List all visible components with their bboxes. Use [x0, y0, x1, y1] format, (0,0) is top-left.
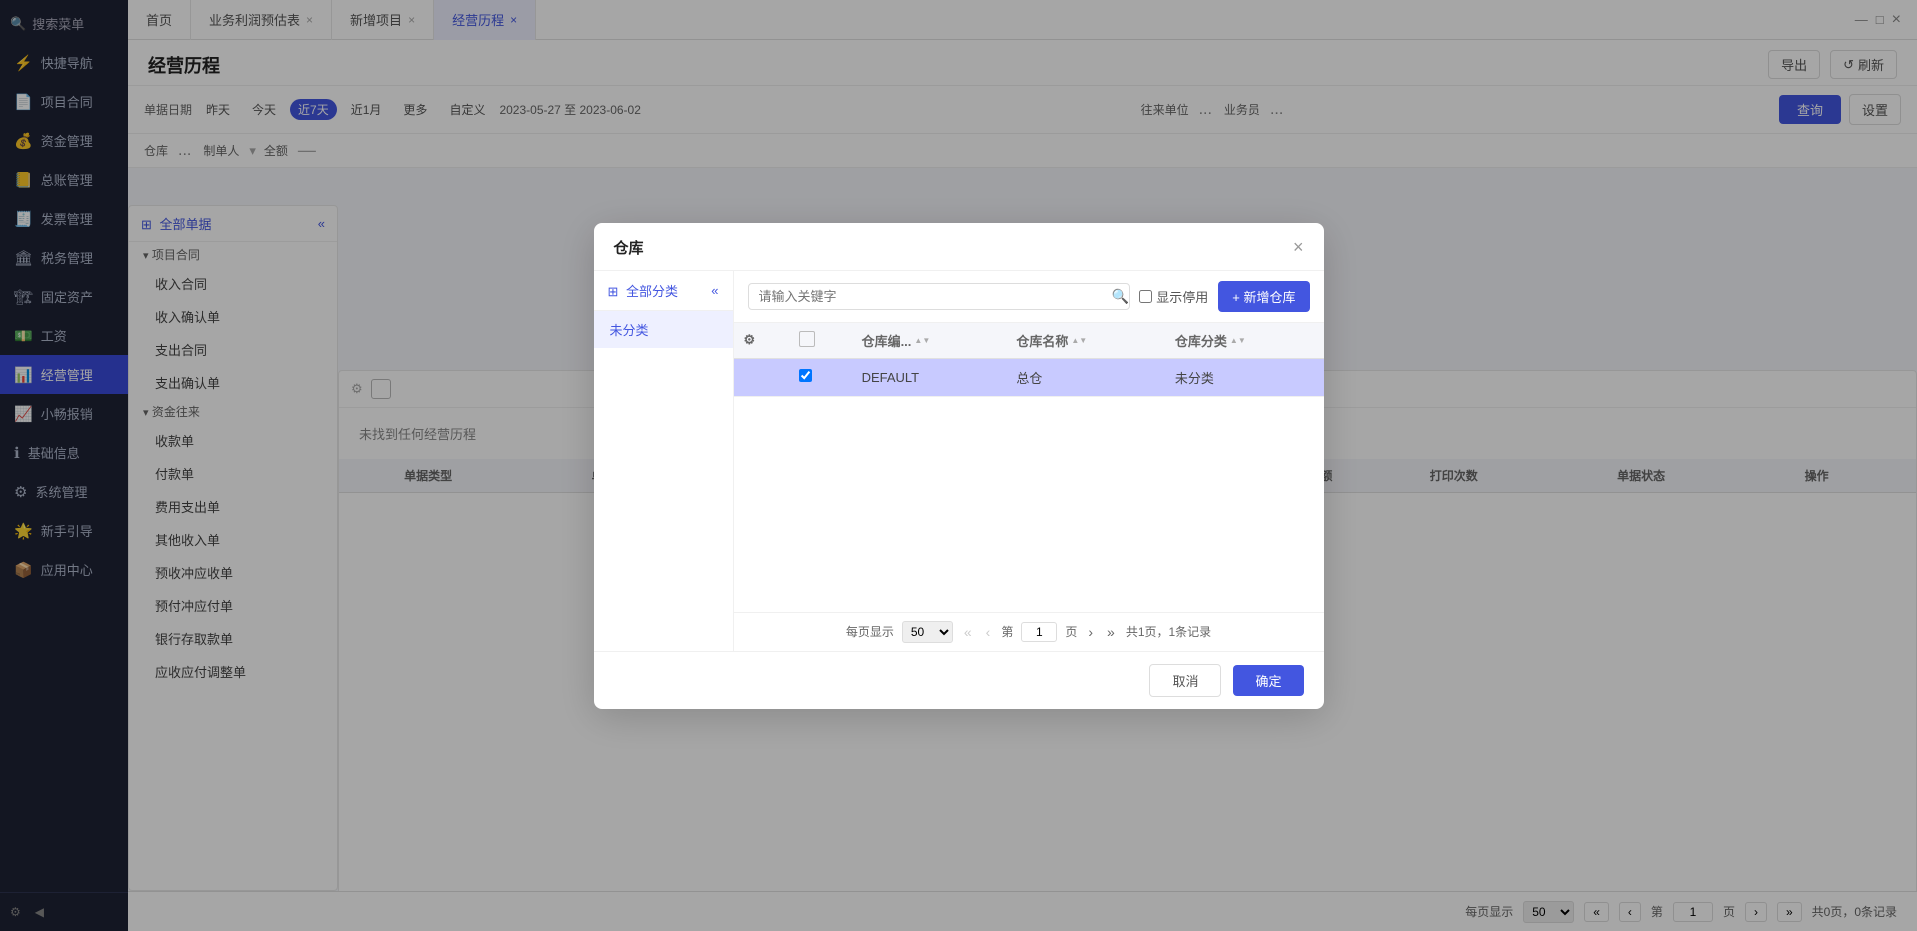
dialog-page-input[interactable]: [1021, 622, 1057, 642]
row-code: DEFAULT: [852, 358, 1007, 396]
dialog-total-label: 共1页，1条记录: [1126, 623, 1211, 640]
dth-name: 仓库名称 ▲▼: [1006, 323, 1165, 359]
row-category: 未分类: [1165, 358, 1324, 396]
confirm-button[interactable]: 确定: [1233, 665, 1303, 696]
dialog-per-page-label: 每页显示: [846, 623, 894, 640]
dialog-left-header[interactable]: ⊞ 全部分类 «: [594, 271, 733, 311]
dialog-table-row[interactable]: DEFAULT 总仓 未分类: [734, 358, 1324, 396]
dialog-left-panel: ⊞ 全部分类 « 未分类: [594, 271, 734, 651]
grid2-icon: ⊞: [608, 284, 619, 299]
dialog-select-all[interactable]: [799, 331, 815, 347]
row-name: 总仓: [1006, 358, 1165, 396]
dialog-page-unit: 页: [1065, 623, 1077, 640]
dialog-category-unclassified[interactable]: 未分类: [594, 311, 733, 348]
dialog-right-panel: 🔍 显示停用 + 新增仓库 ⚙: [734, 271, 1324, 651]
dialog-header: 仓库 ×: [594, 223, 1324, 271]
show-disabled-label[interactable]: 显示停用: [1139, 287, 1208, 306]
dialog-collapse-icon[interactable]: «: [711, 283, 718, 298]
show-disabled-text: 显示停用: [1156, 287, 1208, 306]
dth-checkbox: [789, 323, 852, 359]
dialog-footer: 取消 确定: [594, 651, 1324, 709]
cancel-button[interactable]: 取消: [1149, 664, 1221, 697]
dialog-toolbar: 🔍 显示停用 + 新增仓库: [734, 271, 1324, 323]
dth-settings: ⚙: [734, 323, 789, 359]
add-warehouse-button[interactable]: + 新增仓库: [1218, 281, 1309, 312]
dth-category: 仓库分类 ▲▼: [1165, 323, 1324, 359]
row-checkbox[interactable]: [789, 358, 852, 396]
dialog-prev-first-btn[interactable]: «: [961, 624, 975, 640]
row-select-checkbox[interactable]: [799, 369, 812, 382]
settings2-icon[interactable]: ⚙: [744, 332, 756, 347]
dialog-table: ⚙ 仓库编... ▲▼: [734, 323, 1324, 397]
sort-cat-icon: ▲▼: [1230, 336, 1246, 345]
show-disabled-checkbox[interactable]: [1139, 290, 1152, 303]
dialog-table-header: ⚙ 仓库编... ▲▼: [734, 323, 1324, 359]
dialog-search-icon: 🔍: [1112, 288, 1129, 305]
dialog-all-category-label: ⊞ 全部分类: [608, 281, 679, 300]
dialog-next-last-btn[interactable]: »: [1104, 624, 1118, 640]
sort-name-icon: ▲▼: [1071, 336, 1087, 345]
dialog-body: ⊞ 全部分类 « 未分类 🔍 显示停用 + 新增仓库: [594, 271, 1324, 651]
row-settings: [734, 358, 789, 396]
dialog-next-btn[interactable]: ›: [1085, 624, 1096, 640]
warehouse-dialog: 仓库 × ⊞ 全部分类 « 未分类 🔍: [594, 223, 1324, 709]
dialog-per-page-select[interactable]: 50 100: [902, 621, 953, 643]
sort-code-icon: ▲▼: [914, 336, 930, 345]
dialog-title: 仓库: [614, 237, 644, 258]
dth-code: 仓库编... ▲▼: [852, 323, 1007, 359]
dialog-search-input[interactable]: [748, 283, 1130, 310]
dialog-page-label: 第: [1001, 623, 1013, 640]
dialog-pagination: 每页显示 50 100 « ‹ 第 页 › » 共1页，1条记录: [734, 612, 1324, 651]
dialog-close-button[interactable]: ×: [1293, 237, 1304, 258]
dialog-table-wrap: ⚙ 仓库编... ▲▼: [734, 323, 1324, 612]
dialog-prev-btn[interactable]: ‹: [983, 624, 994, 640]
